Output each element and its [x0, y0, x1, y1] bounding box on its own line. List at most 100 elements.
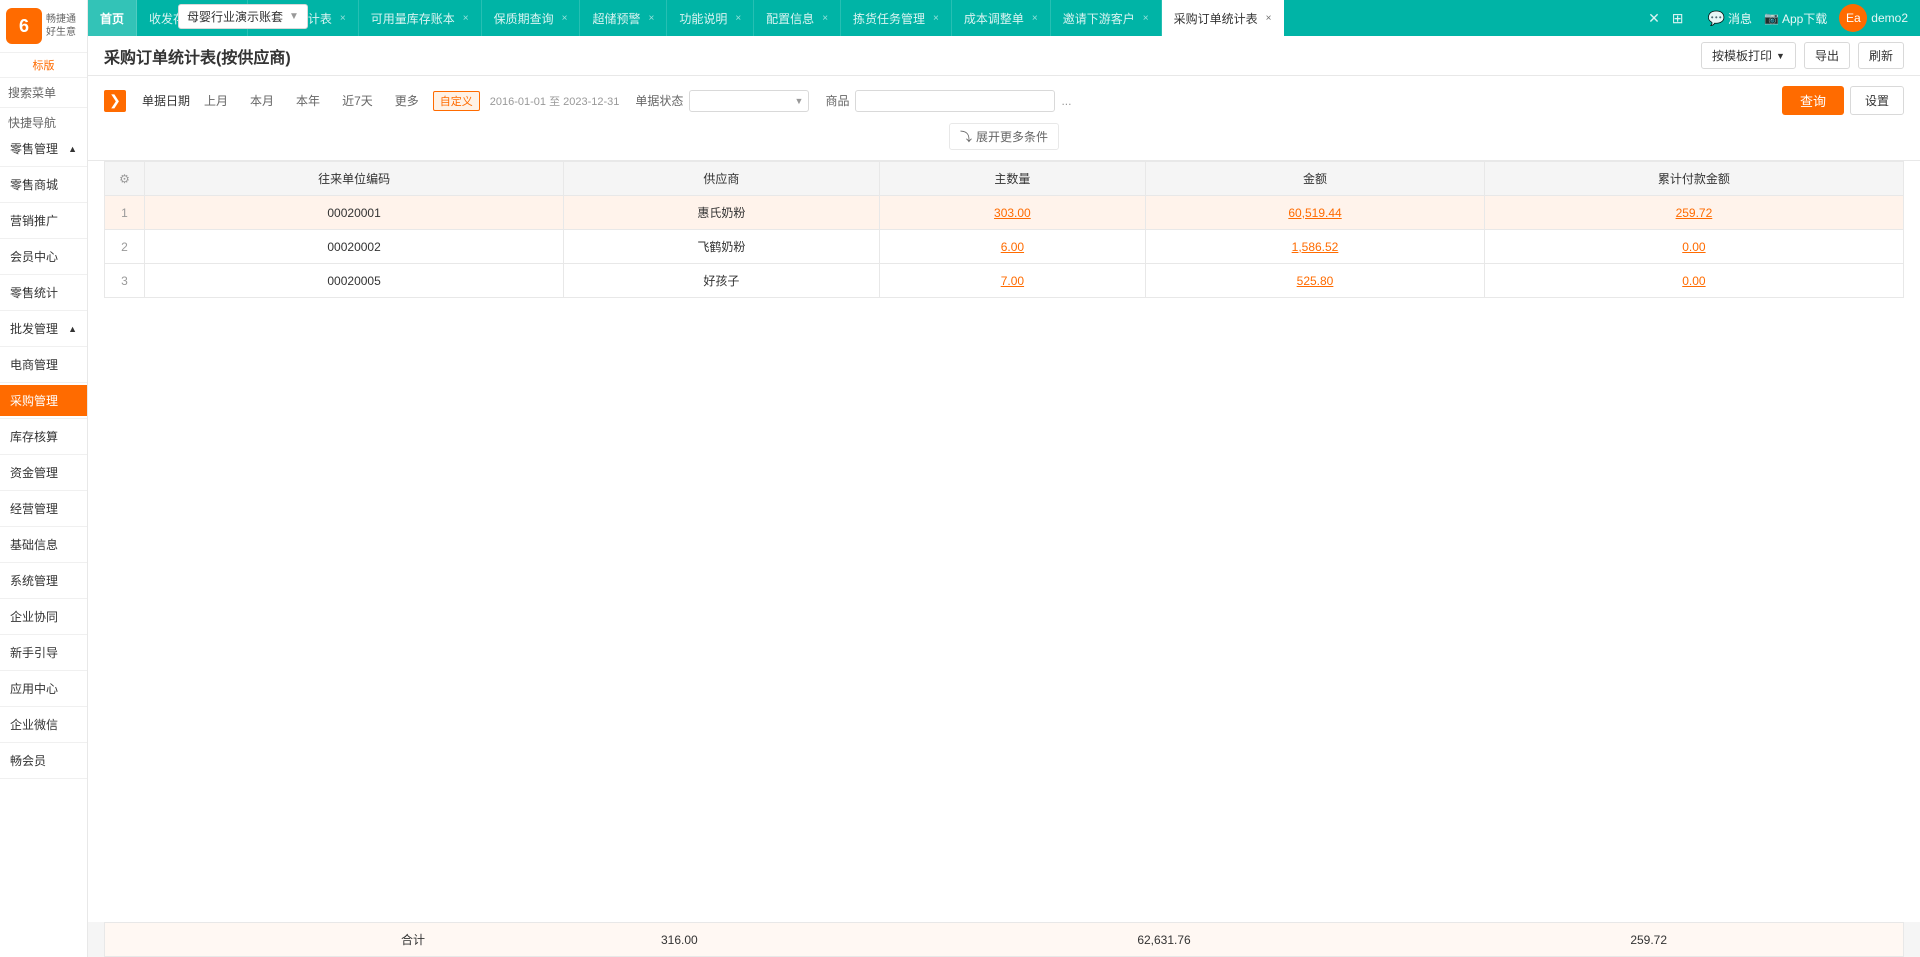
- row-amount[interactable]: 1,586.52: [1146, 230, 1485, 264]
- sidebar-item-operations[interactable]: 经营管理: [0, 493, 87, 524]
- tab-close-order-summary[interactable]: ×: [340, 13, 346, 24]
- sidebar-item-system-mgmt[interactable]: 系统管理: [0, 565, 87, 596]
- sidebar-divider: [0, 310, 87, 311]
- tab-available-inventory[interactable]: 可用量库存账本×: [359, 0, 482, 36]
- row-supplier: 好孩子: [564, 264, 879, 298]
- row-num: 3: [105, 264, 145, 298]
- sidebar-item-retail-stats[interactable]: 零售统计: [0, 277, 87, 308]
- table-area: ⚙往来单位编码供应商主数量金额累计付款金额 100020001惠氏奶粉303.0…: [88, 161, 1920, 922]
- tab-close-function-desc[interactable]: ×: [735, 13, 741, 24]
- filter-action-btns: 查询 设置: [1782, 86, 1904, 115]
- custom-date-tag[interactable]: 自定义: [433, 91, 480, 111]
- date-chip-last-month[interactable]: 上月: [196, 90, 236, 111]
- sidebar-divider: [0, 418, 87, 419]
- tab-close-cost-adjust[interactable]: ×: [1032, 13, 1038, 24]
- tab-close-purchase-order-summary[interactable]: ×: [1266, 13, 1272, 24]
- sidebar-item-enterprise-wechat[interactable]: 企业微信: [0, 709, 87, 740]
- main-area: 母婴行业演示账套 ▼ 首页收发存汇总表×要货单统计表×可用量库存账本×保质期查询…: [88, 0, 1920, 957]
- goods-input[interactable]: [855, 90, 1055, 112]
- quick-nav-label[interactable]: 快捷导航: [0, 108, 87, 133]
- goods-more-btn[interactable]: ...: [1061, 94, 1071, 108]
- user-profile[interactable]: Ea demo2: [1839, 4, 1908, 32]
- date-chip-this-month[interactable]: 本月: [242, 90, 282, 111]
- tab-close-all-btn[interactable]: ✕: [1644, 8, 1664, 29]
- setting-btn[interactable]: 设置: [1850, 86, 1904, 115]
- row-paid[interactable]: 0.00: [1484, 230, 1903, 264]
- tab-close-shelving-task[interactable]: ×: [933, 13, 939, 24]
- sidebar-item-basic-info[interactable]: 基础信息: [0, 529, 87, 560]
- app-download-btn[interactable]: 📷 App下载: [1764, 10, 1827, 27]
- expand-btn[interactable]: ⤵ 展开更多条件: [949, 123, 1059, 150]
- tab-cost-adjust[interactable]: 成本调整单×: [952, 0, 1051, 36]
- sidebar-divider: [0, 706, 87, 707]
- row-paid[interactable]: 0.00: [1484, 264, 1903, 298]
- tab-function-desc[interactable]: 功能说明×: [667, 0, 754, 36]
- row-amount[interactable]: 525.80: [1146, 264, 1485, 298]
- status-select[interactable]: [689, 90, 809, 112]
- date-chip-this-year[interactable]: 本年: [288, 90, 328, 111]
- row-qty[interactable]: 303.00: [879, 196, 1146, 230]
- sidebar-divider: [0, 274, 87, 275]
- tab-maximize-btn[interactable]: ⊞: [1668, 8, 1688, 29]
- template-print-btn[interactable]: 按模板打印 ▼: [1701, 42, 1796, 69]
- logo-icon: 6: [6, 8, 42, 44]
- sidebar-item-retail-mgmt[interactable]: 零售管理▲: [0, 133, 87, 164]
- page-title: 采购订单统计表(按供应商): [104, 44, 291, 68]
- tab-close-warranty-query[interactable]: ×: [562, 13, 568, 24]
- sidebar-item-purchase-mgmt[interactable]: 采购管理: [0, 385, 87, 416]
- footer-paid: 259.72: [1406, 933, 1891, 947]
- store-selector[interactable]: 母婴行业演示账套 ▼: [178, 4, 308, 29]
- tab-config-info[interactable]: 配置信息×: [754, 0, 841, 36]
- sidebar-search[interactable]: 搜索菜单: [0, 78, 87, 108]
- sidebar-item-newbie[interactable]: 新手引导: [0, 637, 87, 668]
- sidebar-item-member-center[interactable]: 会员中心: [0, 241, 87, 272]
- sidebar-item-enterprise[interactable]: 企业协同: [0, 601, 87, 632]
- footer-qty: 316.00: [437, 933, 922, 947]
- tabs-row: 首页收发存汇总表×要货单统计表×可用量库存账本×保质期查询×超储预警×功能说明×…: [88, 0, 1696, 36]
- page-header: 采购订单统计表(按供应商) 按模板打印 ▼ 导出 刷新: [88, 36, 1920, 76]
- refresh-btn[interactable]: 刷新: [1858, 42, 1904, 69]
- tab-close-config-info[interactable]: ×: [822, 13, 828, 24]
- table-row[interactable]: 100020001惠氏奶粉303.0060,519.44259.72: [105, 196, 1904, 230]
- table-row[interactable]: 300020005好孩子7.00525.800.00: [105, 264, 1904, 298]
- message-btn[interactable]: 💬 消息: [1708, 10, 1752, 27]
- sidebar-item-wholesale-mgmt[interactable]: 批发管理▲: [0, 313, 87, 344]
- sidebar-item-retail-mall[interactable]: 零售商城: [0, 169, 87, 200]
- date-chip-more[interactable]: 更多: [387, 90, 427, 111]
- sidebar-item-marketing[interactable]: 营销推广: [0, 205, 87, 236]
- sidebar-item-member[interactable]: 畅会员: [0, 745, 87, 776]
- tab-invite-downstream[interactable]: 邀请下游客户×: [1051, 0, 1162, 36]
- filter-toggle-btn[interactable]: ❯: [104, 90, 126, 112]
- sidebar-item-finance[interactable]: 资金管理: [0, 457, 87, 488]
- query-btn[interactable]: 查询: [1782, 86, 1844, 115]
- tab-home[interactable]: 首页: [88, 0, 137, 36]
- sidebar-divider: [0, 526, 87, 527]
- tab-close-available-inventory[interactable]: ×: [463, 13, 469, 24]
- tab-close-overstock-warning[interactable]: ×: [648, 13, 654, 24]
- table-row[interactable]: 200020002飞鹤奶粉6.001,586.520.00: [105, 230, 1904, 264]
- tab-shelving-task[interactable]: 拣货任务管理×: [841, 0, 952, 36]
- data-table: ⚙往来单位编码供应商主数量金额累计付款金额 100020001惠氏奶粉303.0…: [104, 161, 1904, 298]
- date-filter: 单据日期 上月 本月 本年 近7天 更多 自定义 2016-01-01 至 20…: [142, 90, 619, 111]
- tab-close-invite-downstream[interactable]: ×: [1143, 13, 1149, 24]
- sidebar-divider: [0, 562, 87, 563]
- row-paid[interactable]: 259.72: [1484, 196, 1903, 230]
- row-amount[interactable]: 60,519.44: [1146, 196, 1485, 230]
- export-btn[interactable]: 导出: [1804, 42, 1850, 69]
- tab-warranty-query[interactable]: 保质期查询×: [482, 0, 581, 36]
- filter-row: ❯ 单据日期 上月 本月 本年 近7天 更多 自定义 2016-01-01 至 …: [104, 86, 1904, 115]
- tab-purchase-order-summary[interactable]: 采购订单统计表×: [1162, 0, 1285, 36]
- table-settings-icon[interactable]: ⚙: [119, 172, 130, 186]
- sidebar-divider: [0, 742, 87, 743]
- footer-label: 合计: [157, 931, 437, 948]
- sidebar-item-app-center[interactable]: 应用中心: [0, 673, 87, 704]
- sidebar-item-ecommerce[interactable]: 电商管理: [0, 349, 87, 380]
- footer-amount: 62,631.76: [922, 933, 1407, 947]
- row-qty[interactable]: 7.00: [879, 264, 1146, 298]
- tab-overstock-warning[interactable]: 超储预警×: [580, 0, 667, 36]
- row-code: 00020002: [145, 230, 564, 264]
- sidebar-item-inventory[interactable]: 库存核算: [0, 421, 87, 452]
- row-supplier: 惠氏奶粉: [564, 196, 879, 230]
- row-qty[interactable]: 6.00: [879, 230, 1146, 264]
- date-chip-7days[interactable]: 近7天: [334, 90, 381, 111]
